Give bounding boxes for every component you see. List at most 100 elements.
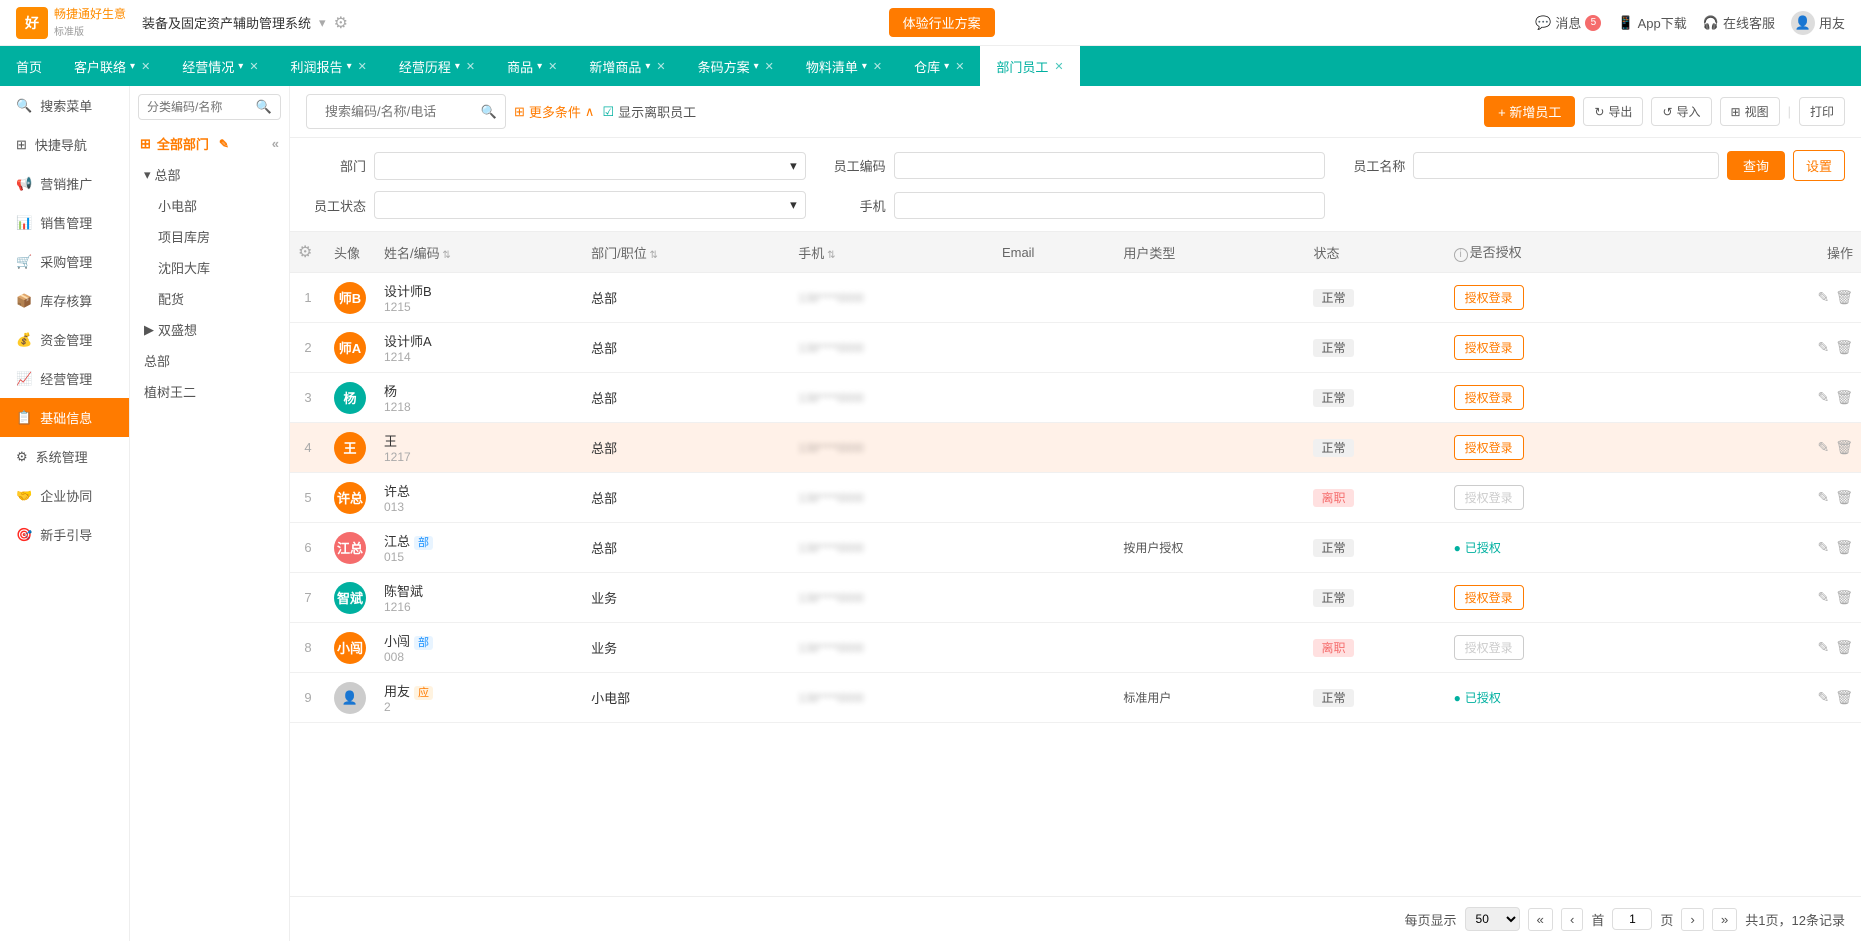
auth-btn[interactable]: 授权登录 [1454, 385, 1524, 410]
view-btn[interactable]: ⊞ 视图 [1720, 97, 1780, 126]
filter-phone-input[interactable] [894, 192, 1326, 219]
edit-icon[interactable]: ✎ [1817, 539, 1829, 556]
sidebar-item-system[interactable]: ⚙ 系统管理 [0, 437, 129, 476]
sidebar-item-management[interactable]: 📈 经营管理 [0, 359, 129, 398]
tab-close[interactable]: ✕ [1054, 60, 1063, 73]
auth-btn[interactable]: 授权登录 [1454, 485, 1524, 510]
delete-icon[interactable]: 🗑 [1835, 539, 1853, 556]
auth-info-icon[interactable]: i [1454, 248, 1468, 262]
sidebar-item-finance[interactable]: 💰 资金管理 [0, 320, 129, 359]
th-name[interactable]: 姓名/编码 [376, 232, 583, 273]
delete-icon[interactable]: 🗑 [1835, 489, 1853, 506]
page-input[interactable] [1612, 908, 1652, 930]
edit-icon[interactable]: ✎ [1817, 339, 1829, 356]
sidebar-item-sales[interactable]: 📊 销售管理 [0, 203, 129, 242]
tab-operation[interactable]: 经营情况 ▾✕ [166, 46, 274, 86]
sidebar-item-collab[interactable]: 🤝 企业协同 [0, 476, 129, 515]
app-download-item[interactable]: 📱 App下载 [1617, 13, 1686, 32]
first-page-btn[interactable]: « [1528, 908, 1553, 931]
tab-close[interactable]: ✕ [358, 60, 367, 73]
dept-node-xiao[interactable]: 小电部 [130, 190, 289, 221]
tab-close[interactable]: ✕ [955, 60, 964, 73]
tab-profit[interactable]: 利润报告 ▾✕ [275, 46, 383, 86]
next-page-btn[interactable]: › [1681, 908, 1703, 931]
search-box[interactable]: 🔍 [306, 94, 506, 129]
th-dept[interactable]: 部门/职位 [583, 232, 790, 273]
user-item[interactable]: 👤 用友 [1791, 11, 1845, 35]
tab-close[interactable]: ✕ [141, 60, 150, 73]
dept-node-project[interactable]: 项目库房 [130, 221, 289, 252]
show-inactive-label[interactable]: ☑ 显示离职员工 [602, 102, 696, 121]
delete-icon[interactable]: 🗑 [1835, 389, 1853, 406]
edit-icon[interactable]: ✎ [1817, 489, 1829, 506]
tab-customer[interactable]: 客户联络 ▾✕ [58, 46, 166, 86]
delete-icon[interactable]: 🗑 [1835, 339, 1853, 356]
sidebar-item-search[interactable]: 🔍 搜索菜单 [0, 86, 129, 125]
dept-node-zongbu[interactable]: 总部 [130, 345, 289, 376]
auth-btn[interactable]: 授权登录 [1454, 435, 1524, 460]
dept-collapse-btn[interactable]: « [272, 136, 279, 151]
dept-all-label[interactable]: ⊞ 全部部门 ✎ « [130, 128, 289, 159]
edit-icon[interactable]: ✎ [1817, 589, 1829, 606]
filter-status-select[interactable]: ▾ [374, 191, 806, 219]
delete-icon[interactable]: 🗑 [1835, 439, 1853, 456]
tab-new-goods[interactable]: 新增商品 ▾✕ [573, 46, 681, 86]
delete-icon[interactable]: 🗑 [1835, 689, 1853, 706]
sidebar-item-marketing[interactable]: 📢 营销推广 [0, 164, 129, 203]
export-btn[interactable]: ↻ 导出 [1583, 97, 1643, 126]
tab-close[interactable]: ✕ [873, 60, 882, 73]
tab-close[interactable]: ✕ [548, 60, 557, 73]
auth-btn[interactable]: 授权登录 [1454, 285, 1524, 310]
show-inactive-checkbox[interactable]: ☑ [602, 104, 614, 120]
message-item[interactable]: 💬 消息 5 [1535, 13, 1601, 32]
sidebar-item-guide[interactable]: 🎯 新手引导 [0, 515, 129, 554]
query-btn[interactable]: 查询 [1727, 151, 1785, 180]
edit-icon[interactable]: ✎ [1817, 439, 1829, 456]
edit-icon[interactable]: ✎ [1817, 639, 1829, 656]
sidebar-item-nav[interactable]: ⊞ 快捷导航 [0, 125, 129, 164]
dept-node-shuangsheng[interactable]: ▶ 双盛想 [130, 314, 289, 345]
prev-page-btn[interactable]: ‹ [1561, 908, 1583, 931]
import-btn[interactable]: ↺ 导入 [1651, 97, 1711, 126]
dept-search-box[interactable]: 🔍 [138, 94, 281, 120]
auth-btn[interactable]: 授权登录 [1454, 585, 1524, 610]
filter-settings-btn[interactable]: 设置 [1793, 150, 1845, 181]
page-size-select[interactable]: 50 100 [1465, 907, 1520, 931]
dept-node-shenyang[interactable]: 沈阳大库 [130, 252, 289, 283]
sidebar-item-purchase[interactable]: 🛒 采购管理 [0, 242, 129, 281]
delete-icon[interactable]: 🗑 [1835, 589, 1853, 606]
edit-icon[interactable]: ✎ [1817, 689, 1829, 706]
filter-code-input[interactable] [894, 152, 1326, 179]
tab-barcode[interactable]: 条码方案 ▾✕ [682, 46, 790, 86]
dept-search-input[interactable] [147, 100, 252, 114]
dept-node-zhishu[interactable]: 植树王二 [130, 376, 289, 407]
filter-dept-select[interactable]: ▾ [374, 152, 806, 180]
tab-history[interactable]: 经营历程 ▾✕ [383, 46, 491, 86]
tab-dept-employee[interactable]: 部门员工 ✕ [980, 46, 1079, 86]
delete-icon[interactable]: 🗑 [1835, 639, 1853, 656]
dropdown-icon[interactable]: ▾ [319, 15, 326, 31]
dept-node-peihuo[interactable]: 配货 [130, 283, 289, 314]
edit-icon[interactable]: ✎ [1817, 389, 1829, 406]
edit-icon[interactable]: ✎ [1817, 289, 1829, 306]
settings-icon[interactable]: ⚙ [334, 13, 348, 33]
add-employee-btn[interactable]: + 新增员工 [1484, 96, 1575, 127]
dept-node-zongbu-root[interactable]: ▾ 总部 [130, 159, 289, 190]
online-service-item[interactable]: 🎧 在线客服 [1703, 13, 1775, 32]
sidebar-item-basic[interactable]: 📋 基础信息 [0, 398, 129, 437]
tab-close[interactable]: ✕ [466, 60, 475, 73]
print-btn[interactable]: 打印 [1799, 97, 1845, 126]
tab-home[interactable]: 首页 [0, 46, 58, 86]
filter-more-btn[interactable]: ⊞ 更多条件 ∧ [514, 102, 594, 121]
tab-warehouse[interactable]: 仓库 ▾✕ [898, 46, 980, 86]
tab-close[interactable]: ✕ [765, 60, 774, 73]
tab-close[interactable]: ✕ [656, 60, 665, 73]
auth-btn[interactable]: 授权登录 [1454, 635, 1524, 660]
trial-button[interactable]: 体验行业方案 [889, 8, 995, 37]
table-settings-icon[interactable]: ⚙ [298, 244, 312, 261]
last-page-btn[interactable]: » [1712, 908, 1737, 931]
tab-bom[interactable]: 物料清单 ▾✕ [790, 46, 898, 86]
tab-goods[interactable]: 商品 ▾✕ [491, 46, 573, 86]
search-input[interactable] [315, 99, 477, 124]
th-phone[interactable]: 手机 [790, 232, 994, 273]
